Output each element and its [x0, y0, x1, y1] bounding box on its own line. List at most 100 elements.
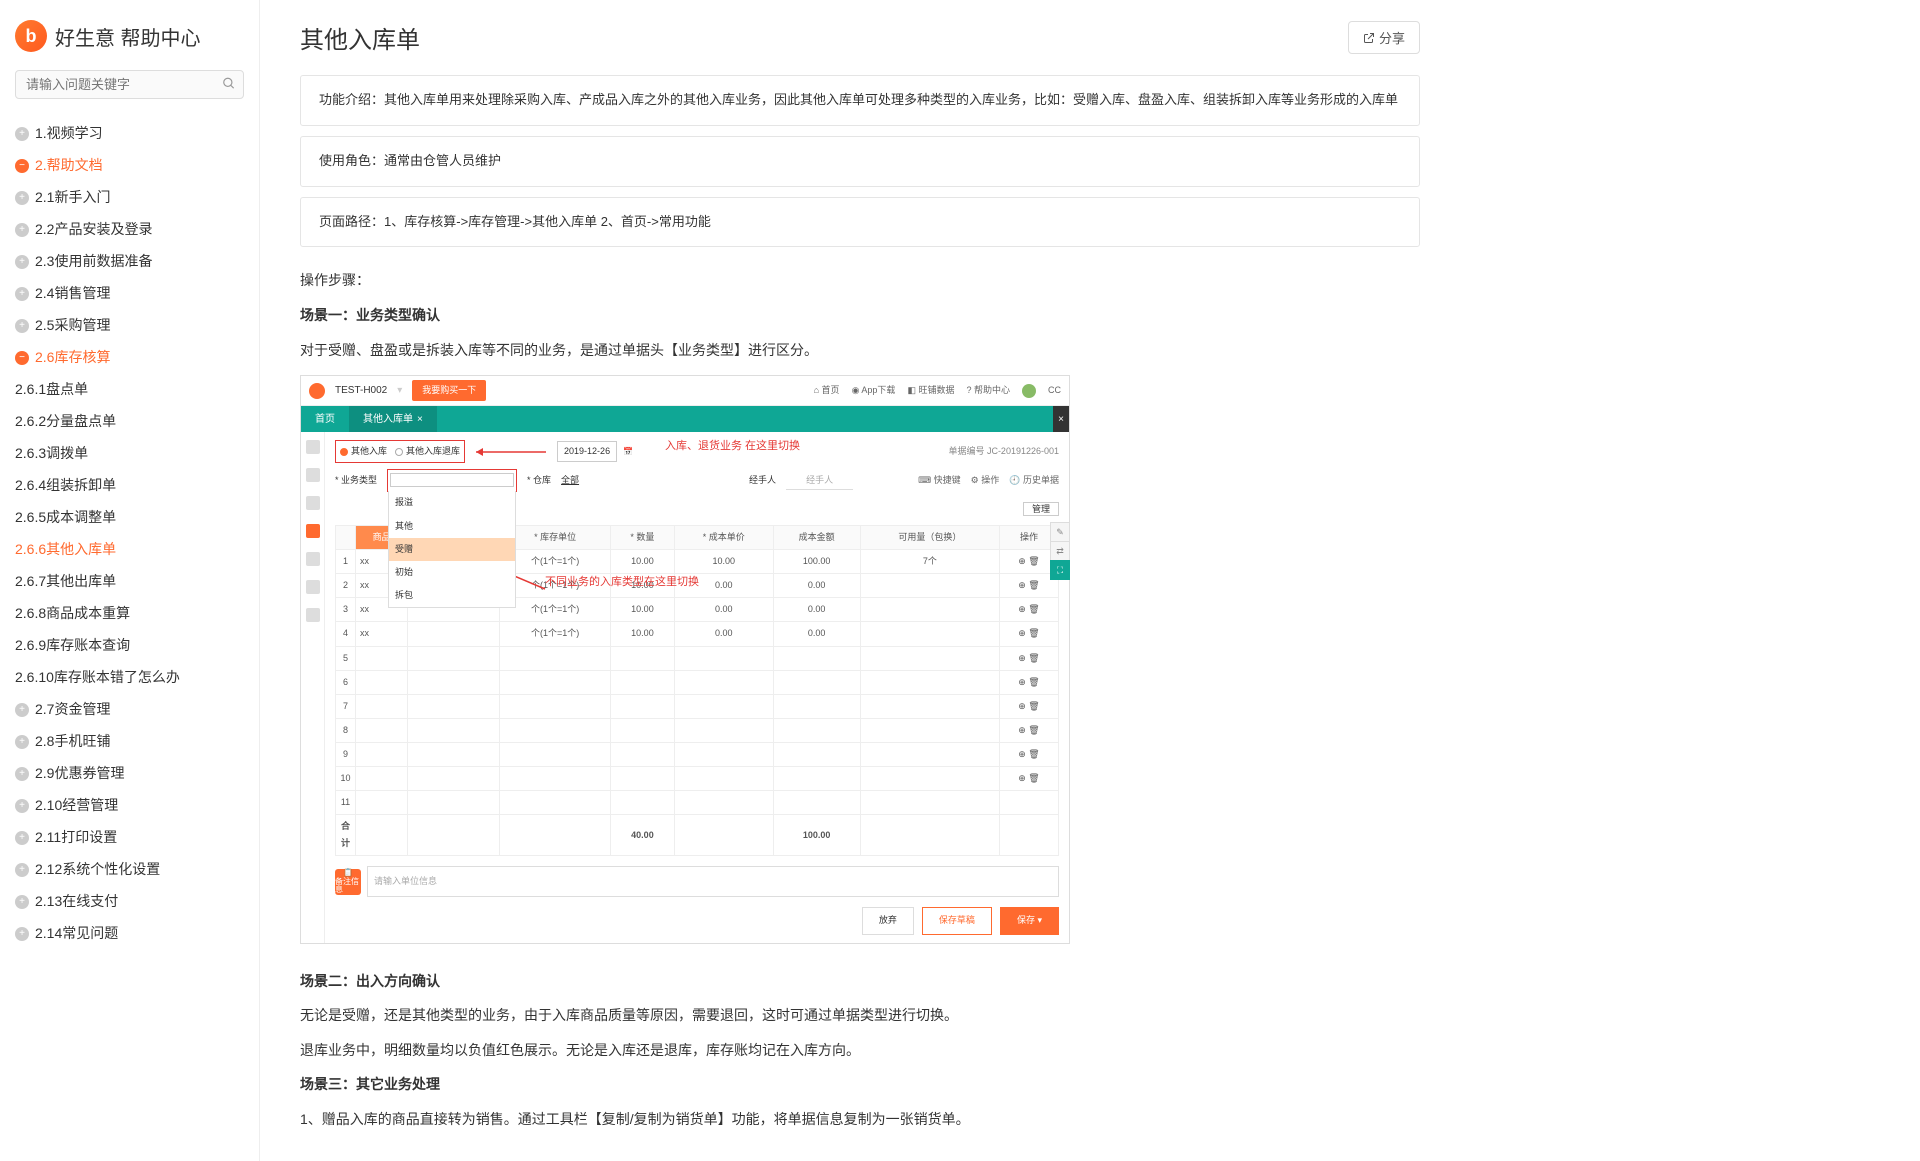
nav-label: 2.2产品安装及登录: [35, 221, 152, 237]
ss-nav-icon: [306, 608, 320, 622]
intro-text: 其他入库单用来处理除采购入库、产成品入库之外的其他入库业务，因此其他入库单可处理…: [384, 92, 1398, 107]
plus-icon: +: [15, 191, 29, 205]
nav-2-5[interactable]: +2.5采购管理: [15, 309, 244, 341]
nav-2-6-6[interactable]: 2.6.6其他入库单: [15, 533, 244, 565]
nav-label: 2.3使用前数据准备: [35, 253, 152, 269]
share-icon: [1363, 32, 1375, 44]
nav-2-1[interactable]: +2.1新手入门: [15, 181, 244, 213]
steps-heading: 操作步骤：: [300, 267, 1420, 294]
nav-label: 2.6库存核算: [35, 349, 110, 365]
ss-nav-icon: [306, 552, 320, 566]
logo: b 好生意 帮助中心: [15, 20, 244, 52]
ss-tab-home: 首页: [301, 406, 349, 432]
ss-nav-icon: [306, 524, 320, 538]
logo-icon: b: [15, 20, 47, 52]
chevron-down-icon: ▾: [397, 381, 402, 400]
scene3-title: 场景三：其它业务处理: [300, 1071, 1420, 1098]
nav-2-7[interactable]: +2.7资金管理: [15, 693, 244, 725]
ss-dd-opt: 初始: [389, 561, 515, 584]
role-box: 使用角色：通常由仓管人员维护: [300, 136, 1420, 187]
nav-2-4[interactable]: +2.4销售管理: [15, 277, 244, 309]
nav-2-8[interactable]: +2.8手机旺铺: [15, 725, 244, 757]
table-row: 6⊕ 🗑: [336, 670, 1059, 694]
avatar-icon: [1022, 384, 1036, 398]
ss-user: CC: [1048, 382, 1061, 399]
search-icon[interactable]: [222, 76, 236, 93]
ss-body: 其他入库 其他入库退库 2019-12-26 📅 单据编号 JC-2019122…: [301, 432, 1069, 942]
scene3-p1: 1、赠品入库的商品直接转为销售。通过工具栏【复制/复制为销货单】功能，将单据信息…: [300, 1106, 1420, 1133]
ss-tool-ls: 🕘 历史单据: [1009, 472, 1059, 489]
plus-icon: +: [15, 831, 29, 845]
ss-radio-in: 其他入库: [351, 443, 387, 460]
ss-dash-link: ◧ 旺铺数据: [907, 382, 954, 399]
main: 其他入库单 分享 功能介绍：其他入库单用来处理除采购入库、产成品入库之外的其他入…: [260, 0, 1460, 1161]
table-row: 7⊕ 🗑: [336, 694, 1059, 718]
nav-2-12[interactable]: +2.12系统个性化设置: [15, 853, 244, 885]
table-row: 9⊕ 🗑: [336, 742, 1059, 766]
nav-2-3[interactable]: +2.3使用前数据准备: [15, 245, 244, 277]
search-input[interactable]: [15, 70, 244, 99]
scene2-title: 场景二：出入方向确认: [300, 968, 1420, 995]
nav-2-6-7[interactable]: 2.6.7其他出库单: [15, 565, 244, 597]
table-total: 合计40.00100.00: [336, 815, 1059, 856]
nav-2-6[interactable]: −2.6库存核算: [15, 341, 244, 373]
nav-2-6-3[interactable]: 2.6.3调拨单: [15, 437, 244, 469]
intro-box: 功能介绍：其他入库单用来处理除采购入库、产成品入库之外的其他入库业务，因此其他入…: [300, 75, 1420, 126]
ss-mgr-btn: 管理: [1023, 502, 1059, 516]
ss-memo-row: 📋备注信息 请输入单位信息: [335, 866, 1059, 897]
ss-side-icons: ✎ ⇄ ⛶: [1050, 522, 1070, 579]
ss-th-qty: * 数量: [611, 526, 675, 550]
ss-label-type: * 业务类型: [335, 472, 377, 489]
nav-2-6-5[interactable]: 2.6.5成本调整单: [15, 501, 244, 533]
nav-label: 2.5采购管理: [35, 317, 110, 333]
path-box: 页面路径：1、库存核算->库存管理->其他入库单 2、首页->常用功能: [300, 197, 1420, 248]
nav-docs[interactable]: −2.帮助文档: [15, 149, 244, 181]
plus-icon: +: [15, 799, 29, 813]
ss-nav-icon: [306, 580, 320, 594]
ss-footer-btns: 放弃 保存草稿 保存 ▾: [335, 907, 1059, 934]
scene2-p1: 无论是受赠，还是其他类型的业务，由于入库商品质量等原因，需要退回，这时可通过单据…: [300, 1002, 1420, 1029]
nav-video[interactable]: +1.视频学习: [15, 117, 244, 149]
ss-memo-input: 请输入单位信息: [367, 866, 1059, 897]
ss-app-link: ◉ App下载: [852, 382, 896, 399]
close-icon: ×: [417, 410, 423, 429]
nav-label: 2.12系统个性化设置: [35, 861, 160, 877]
ss-nav-icon: [306, 468, 320, 482]
nav-2-6-1[interactable]: 2.6.1盘点单: [15, 373, 244, 405]
share-button[interactable]: 分享: [1348, 21, 1420, 54]
nav-2-11[interactable]: +2.11打印设置: [15, 821, 244, 853]
nav-2-10[interactable]: +2.10经营管理: [15, 789, 244, 821]
nav-2-13[interactable]: +2.13在线支付: [15, 885, 244, 917]
nav-2-6-2[interactable]: 2.6.2分量盘点单: [15, 405, 244, 437]
plus-icon: +: [15, 127, 29, 141]
nav-2-6-8[interactable]: 2.6.8商品成本重算: [15, 597, 244, 629]
nav-label: 1.视频学习: [35, 125, 103, 141]
nav-2-6-9[interactable]: 2.6.9库存账本查询: [15, 629, 244, 661]
scene1-p1: 对于受赠、盘盈或是拆装入库等不同的业务，是通过单据头【业务类型】进行区分。: [300, 337, 1420, 364]
ss-save-button: 保存 ▾: [1000, 907, 1059, 934]
plus-icon: +: [15, 255, 29, 269]
ss-logo-icon: [309, 383, 325, 399]
nav-2-2[interactable]: +2.2产品安装及登录: [15, 213, 244, 245]
ss-th-unit: * 库存单位: [500, 526, 611, 550]
ss-th-avail: 可用量（包换）: [860, 526, 999, 550]
nav-label: 2.4销售管理: [35, 285, 110, 301]
arrow-icon: [471, 442, 551, 462]
ss-test-label: TEST-H002: [335, 381, 387, 400]
ss-discard-button: 放弃: [862, 907, 914, 934]
nav-2-6-10[interactable]: 2.6.10库存账本错了怎么办: [15, 661, 244, 693]
ss-dd-opt: 受赠: [389, 538, 515, 561]
nav-2-6-4[interactable]: 2.6.4组装拆卸单: [15, 469, 244, 501]
nav: +1.视频学习 −2.帮助文档 +2.1新手入门 +2.2产品安装及登录 +2.…: [15, 117, 244, 949]
ss-radio-return: 其他入库退库: [406, 443, 460, 460]
nav-2-14[interactable]: +2.14常见问题: [15, 917, 244, 949]
table-row: 10⊕ 🗑: [336, 766, 1059, 790]
ss-annotation-2: 不同业务的入库类型在这里切换: [545, 572, 699, 593]
search-wrap: [15, 70, 244, 99]
plus-icon: +: [15, 287, 29, 301]
minus-icon: −: [15, 159, 29, 173]
nav-label: 2.7资金管理: [35, 701, 110, 717]
path-text: 1、库存核算->库存管理->其他入库单 2、首页->常用功能: [384, 214, 711, 229]
nav-2-9[interactable]: +2.9优惠券管理: [15, 757, 244, 789]
ss-dropdown-input: [390, 473, 514, 487]
